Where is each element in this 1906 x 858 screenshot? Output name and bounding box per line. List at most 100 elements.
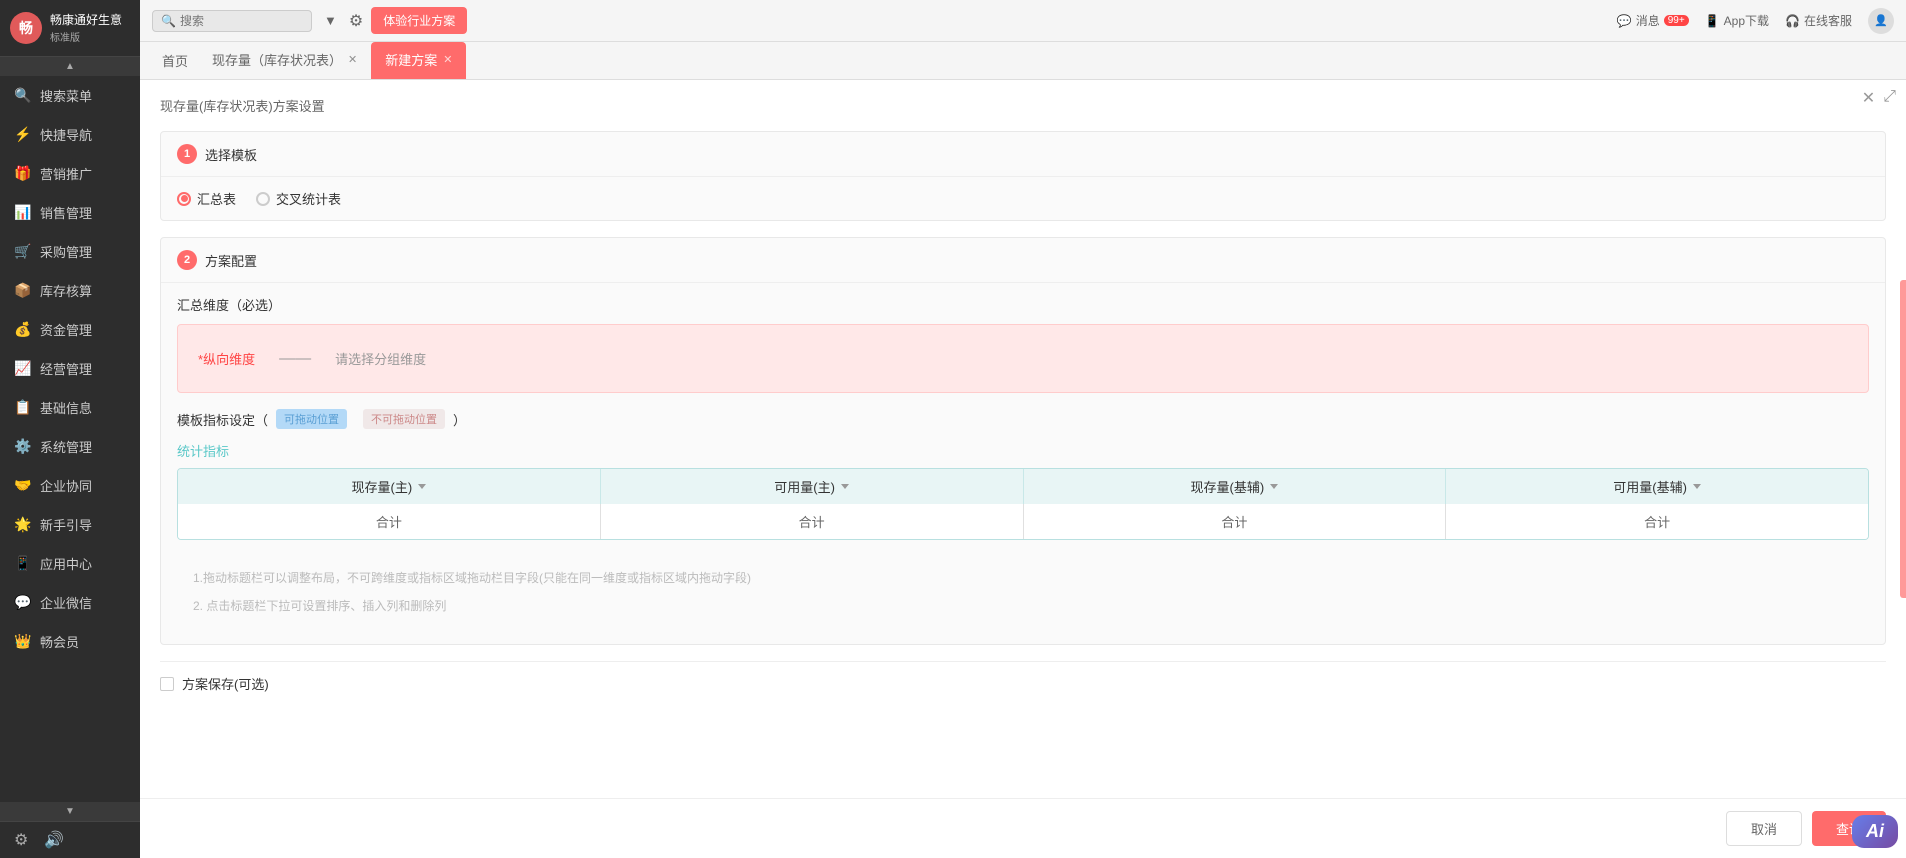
gear-icon[interactable]: ⚙ <box>349 11 363 31</box>
search-icon: 🔍 <box>14 87 32 105</box>
required-star: * <box>198 352 203 367</box>
radio-summary-label: 汇总表 <box>197 189 236 208</box>
sidebar-item-appstore[interactable]: 📱 应用中心 <box>0 544 140 583</box>
tabbar: 首页 现存量（库存状况表） ✕ 新建方案 ✕ <box>140 42 1906 80</box>
sidebar-item-purchase[interactable]: 🛒 采购管理 <box>0 232 140 271</box>
section-plan-config: 2 方案配置 汇总维度（必选） *纵向维度 —— 请选择分组维度 <box>160 237 1886 645</box>
col-available-main-chevron <box>841 484 849 489</box>
sidebar-item-newbie[interactable]: 🌟 新手引导 <box>0 505 140 544</box>
col-current-main[interactable]: 现存量(主) <box>178 469 601 504</box>
sidebar-item-finance[interactable]: 💰 资金管理 <box>0 310 140 349</box>
radio-cross-table[interactable]: 交叉统计表 <box>256 189 341 208</box>
col-available-main-label: 可用量(主) <box>774 477 835 496</box>
search-input[interactable] <box>180 14 303 28</box>
sidebar-scroll-up[interactable]: ▲ <box>0 57 140 76</box>
sidebar-item-sales[interactable]: 📊 销售管理 <box>0 193 140 232</box>
sidebar-item-system[interactable]: ⚙️ 系统管理 <box>0 427 140 466</box>
settings-footer-icon[interactable]: ⚙ <box>14 830 28 850</box>
app-download-label: App下载 <box>1724 12 1769 29</box>
sidebar-header: 畅 畅康通好生意 标准版 <box>0 0 140 57</box>
basic-icon: 📋 <box>14 399 32 417</box>
quick-nav-icon: ⚡ <box>14 126 32 144</box>
sidebar-item-label: 库存核算 <box>40 281 92 300</box>
save-checkbox[interactable] <box>160 677 174 691</box>
ai-badge[interactable]: Ai <box>1852 815 1898 848</box>
content-inner: ✕ ⤢ 现存量(库存状况表)方案设置 1 选择模板 汇总表 <box>140 80 1906 721</box>
sidebar-item-label: 应用中心 <box>40 554 92 573</box>
main-area: 🔍 ▼ ⚙ 体验行业方案 💬 消息 99+ 📱 App下载 🎧 在线客服 👤 <box>140 0 1906 858</box>
sidebar-scroll-down[interactable]: ▼ <box>0 802 140 821</box>
sidebar-item-basic[interactable]: 📋 基础信息 <box>0 388 140 427</box>
sales-icon: 📊 <box>14 204 32 222</box>
hint2: 2. 点击标题栏下拉可设置排序、插入列和删除列 <box>193 594 1853 618</box>
appstore-icon: 📱 <box>14 555 32 573</box>
save-option: 方案保存(可选) <box>160 661 1886 705</box>
indicator-label: 模板指标设定（ 可拖动位置 不可拖动位置 ） <box>177 409 1869 429</box>
sidebar-item-search[interactable]: 🔍 搜索菜单 <box>0 76 140 115</box>
tab-inventory-close-icon[interactable]: ✕ <box>348 53 357 66</box>
section-select-template: 1 选择模板 汇总表 交叉统计表 <box>160 131 1886 221</box>
no-drag-badge: 不可拖动位置 <box>363 409 445 429</box>
member-icon: 👑 <box>14 633 32 651</box>
sidebar-item-contract[interactable]: 🤝 企业协同 <box>0 466 140 505</box>
sidebar-item-member[interactable]: 👑 畅会员 <box>0 622 140 661</box>
section2-header: 2 方案配置 <box>161 238 1885 283</box>
sidebar-item-label: 营销推广 <box>40 164 92 183</box>
tab-inventory-label: 现存量（库存状况表） <box>212 50 342 69</box>
col-current-aux-label: 现存量(基辅) <box>1191 477 1265 496</box>
topbar: 🔍 ▼ ⚙ 体验行业方案 💬 消息 99+ 📱 App下载 🎧 在线客服 👤 <box>140 0 1906 42</box>
window-controls: ✕ ⤢ <box>1852 80 1906 116</box>
sidebar-item-label: 畅会员 <box>40 632 79 651</box>
search-box: 🔍 <box>152 10 312 32</box>
sidebar-item-marketing[interactable]: 🎁 营销推广 <box>0 154 140 193</box>
app-download-button[interactable]: 📱 App下载 <box>1705 12 1769 29</box>
sidebar-item-business[interactable]: 📈 经营管理 <box>0 349 140 388</box>
close-window-icon[interactable]: ✕ <box>1862 88 1875 108</box>
tab-new-plan[interactable]: 新建方案 ✕ <box>371 42 466 79</box>
tab-inventory[interactable]: 现存量（库存状况表） ✕ <box>198 42 371 79</box>
sidebar-item-label: 新手引导 <box>40 515 92 534</box>
cell-current-aux: 合计 <box>1024 504 1447 539</box>
dimension-area[interactable]: *纵向维度 —— 请选择分组维度 <box>177 324 1869 393</box>
col-available-aux[interactable]: 可用量(基辅) <box>1446 469 1868 504</box>
sidebar-item-wechat[interactable]: 💬 企业微信 <box>0 583 140 622</box>
expand-window-icon[interactable]: ⤢ <box>1883 88 1896 108</box>
sidebar-item-label: 企业协同 <box>40 476 92 495</box>
search-icon: 🔍 <box>161 14 176 28</box>
user-avatar[interactable]: 👤 <box>1868 8 1894 34</box>
online-service-button[interactable]: 🎧 在线客服 <box>1785 12 1852 29</box>
trial-button[interactable]: 体验行业方案 <box>371 7 467 34</box>
sidebar-item-quick-nav[interactable]: ⚡ 快捷导航 <box>0 115 140 154</box>
right-strip <box>1900 280 1906 598</box>
dropdown-arrow-icon[interactable]: ▼ <box>320 11 341 30</box>
template-options: 汇总表 交叉统计表 <box>161 177 1885 220</box>
tab-home[interactable]: 首页 <box>152 43 198 78</box>
sidebar-item-inventory[interactable]: 📦 库存核算 <box>0 271 140 310</box>
sidebar-logo: 畅 <box>10 12 42 44</box>
section2-title: 方案配置 <box>205 251 257 270</box>
col-available-aux-label: 可用量(基辅) <box>1613 477 1687 496</box>
col-current-aux[interactable]: 现存量(基辅) <box>1024 469 1447 504</box>
stats-label: 统计指标 <box>177 441 1869 460</box>
sound-footer-icon[interactable]: 🔊 <box>44 830 64 850</box>
tab-new-plan-close-icon[interactable]: ✕ <box>443 53 452 66</box>
section1-title: 选择模板 <box>205 145 257 164</box>
drag-badge: 可拖动位置 <box>276 409 347 429</box>
radio-summary-table[interactable]: 汇总表 <box>177 189 236 208</box>
col-current-aux-chevron <box>1270 484 1278 489</box>
sidebar-footer: ⚙ 🔊 <box>0 821 140 858</box>
col-available-main[interactable]: 可用量(主) <box>601 469 1024 504</box>
marketing-icon: 🎁 <box>14 165 32 183</box>
cancel-button[interactable]: 取消 <box>1726 811 1802 846</box>
section1-num: 1 <box>177 144 197 164</box>
sidebar-item-label: 企业微信 <box>40 593 92 612</box>
stats-table-body: 合计 合计 合计 合计 <box>178 504 1868 539</box>
message-label: 消息 <box>1636 12 1660 29</box>
plan-config-body: 汇总维度（必选） *纵向维度 —— 请选择分组维度 模板指标设定（ 可拖动位 <box>161 283 1885 644</box>
stats-table: 现存量(主) 可用量(主) 现存量(基辅) <box>177 468 1869 540</box>
radio-summary-circle <box>177 192 191 206</box>
app-name: 畅康通好生意 <box>50 12 122 29</box>
messages-button[interactable]: 💬 消息 99+ <box>1617 12 1689 29</box>
cell-current-main: 合计 <box>178 504 601 539</box>
business-icon: 📈 <box>14 360 32 378</box>
